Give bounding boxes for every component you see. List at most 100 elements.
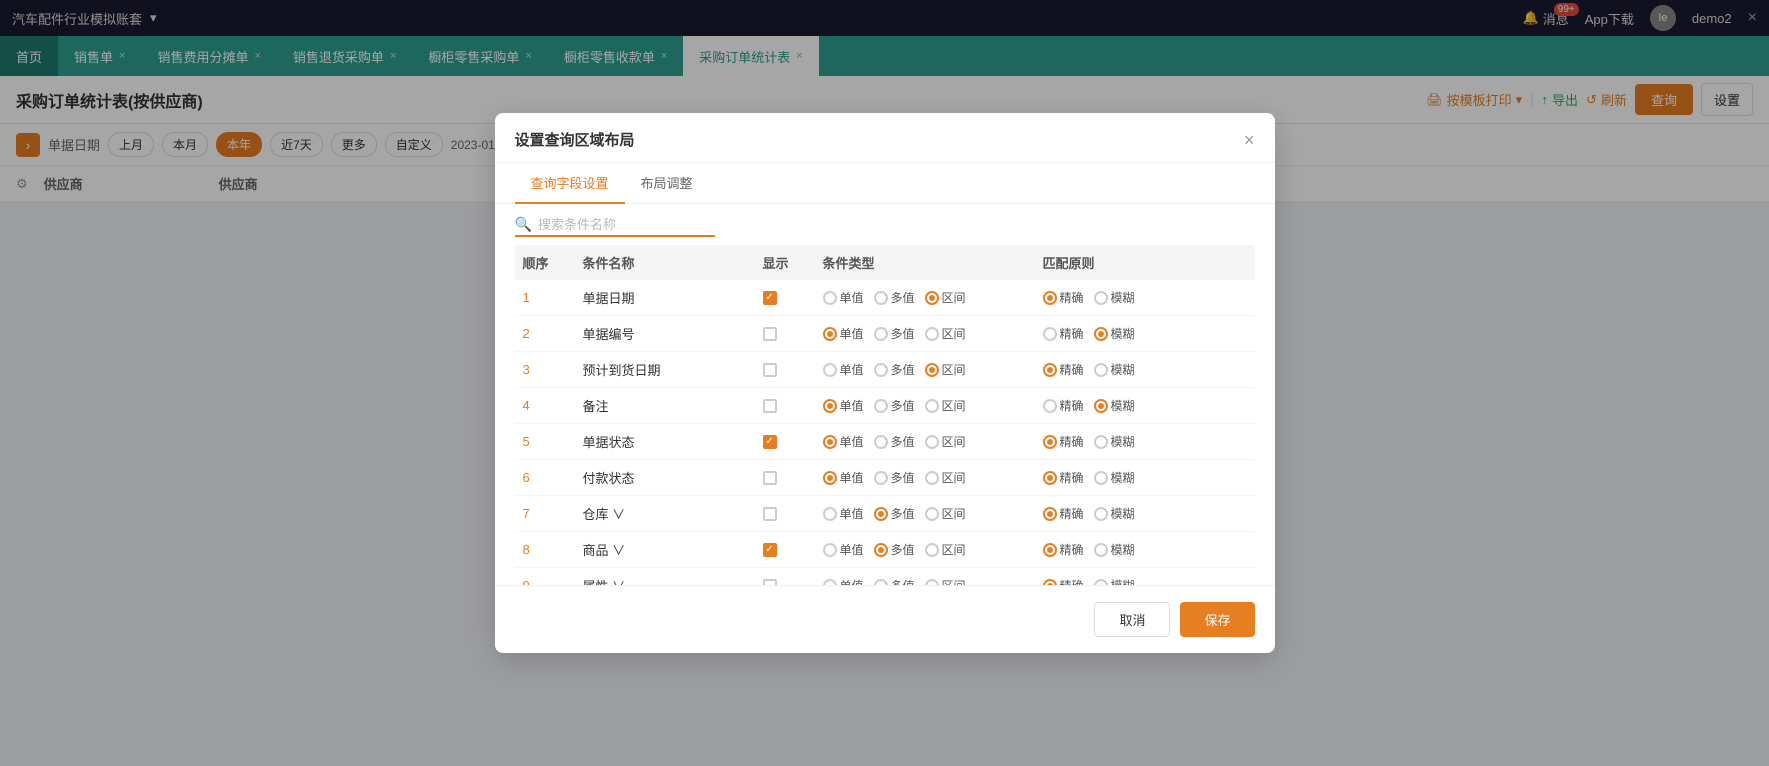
row-2-name: 单据编号 (575, 324, 755, 343)
row-6-match-fuzzy[interactable]: 模糊 (1094, 469, 1135, 486)
dialog-tab-layout[interactable]: 布局调整 (625, 163, 709, 204)
row-7-type-multi[interactable]: 多值 (874, 505, 915, 522)
row-6-type-single[interactable]: 单值 (823, 469, 864, 486)
row-8-type: 单值 多值 区间 (815, 541, 1035, 558)
dialog: 设置查询区域布局 × 查询字段设置 布局调整 🔍 顺序 条件名称 显示 (495, 113, 1275, 653)
search-input-wrap: 🔍 (515, 216, 715, 237)
row-8-show[interactable] (755, 543, 815, 557)
col-show: 显示 (755, 253, 815, 272)
row-5-type-single[interactable]: 单值 (823, 433, 864, 450)
row-7-type: 单值 多值 区间 (815, 505, 1035, 522)
row-2-match-fuzzy[interactable]: 模糊 (1094, 325, 1135, 342)
row-4-match-exact[interactable]: 精确 (1043, 397, 1084, 414)
row-5-type-multi[interactable]: 多值 (874, 433, 915, 450)
row-6-type-multi[interactable]: 多值 (874, 469, 915, 486)
dialog-header: 设置查询区域布局 × (495, 113, 1275, 163)
row-7-name: 仓库 ∨ (575, 504, 755, 523)
row-9-type-range[interactable]: 区间 (925, 577, 966, 585)
row-3-type-range[interactable]: 区间 (925, 361, 966, 378)
row-1-type-multi[interactable]: 多值 (874, 289, 915, 306)
row-6-order: 6 (515, 470, 575, 485)
save-button[interactable]: 保存 (1180, 602, 1254, 637)
row-7-type-range[interactable]: 区间 (925, 505, 966, 522)
col-name: 条件名称 (575, 253, 755, 272)
row-3-show[interactable] (755, 363, 815, 377)
row-7-show[interactable] (755, 507, 815, 521)
row-3-type-single[interactable]: 单值 (823, 361, 864, 378)
row-2-show-checkbox[interactable] (763, 327, 777, 341)
search-input[interactable] (538, 217, 698, 232)
row-9-type-multi[interactable]: 多值 (874, 577, 915, 585)
row-4-type-multi[interactable]: 多值 (874, 397, 915, 414)
row-3-name: 预计到货日期 (575, 360, 755, 379)
row-7-match: 精确 模糊 (1035, 505, 1235, 522)
row-9-match-exact[interactable]: 精确 (1043, 577, 1084, 585)
row-9-type: 单值 多值 区间 (815, 577, 1035, 585)
row-4-show[interactable] (755, 399, 815, 413)
row-6-show[interactable] (755, 471, 815, 485)
row-1-match-fuzzy[interactable]: 模糊 (1094, 289, 1135, 306)
row-1-type-range[interactable]: 区间 (925, 289, 966, 306)
row-5-order: 5 (515, 434, 575, 449)
row-3-type-multi[interactable]: 多值 (874, 361, 915, 378)
row-8-show-checkbox[interactable] (763, 543, 777, 557)
row-7-match-exact[interactable]: 精确 (1043, 505, 1084, 522)
row-5-show[interactable] (755, 435, 815, 449)
dialog-search-area: 🔍 (495, 204, 1275, 245)
row-5-show-checkbox[interactable] (763, 435, 777, 449)
row-8-match-fuzzy[interactable]: 模糊 (1094, 541, 1135, 558)
row-6-type-range[interactable]: 区间 (925, 469, 966, 486)
row-3-match-fuzzy[interactable]: 模糊 (1094, 361, 1135, 378)
row-8-type-multi[interactable]: 多值 (874, 541, 915, 558)
dialog-tab-query[interactable]: 查询字段设置 (515, 163, 625, 204)
table-row: 9 属性 ∨ 单值 多值 区间 精确 模糊 (515, 568, 1255, 585)
row-3-show-checkbox[interactable] (763, 363, 777, 377)
row-1-type-single[interactable]: 单值 (823, 289, 864, 306)
row-2-type-single[interactable]: 单值 (823, 325, 864, 342)
row-1-match-exact[interactable]: 精确 (1043, 289, 1084, 306)
row-4-order: 4 (515, 398, 575, 413)
table-row: 3 预计到货日期 单值 多值 区间 精确 模糊 (515, 352, 1255, 388)
table-row: 7 仓库 ∨ 单值 多值 区间 精确 模糊 (515, 496, 1255, 532)
dialog-table: 顺序 条件名称 显示 条件类型 匹配原则 1 单据日期 单值 多值 区间 (495, 245, 1275, 585)
row-1-show[interactable] (755, 291, 815, 305)
row-5-match-fuzzy[interactable]: 模糊 (1094, 433, 1135, 450)
row-5-match-exact[interactable]: 精确 (1043, 433, 1084, 450)
row-3-match: 精确 模糊 (1035, 361, 1235, 378)
row-1-show-checkbox[interactable] (763, 291, 777, 305)
row-4-show-checkbox[interactable] (763, 399, 777, 413)
row-7-match-fuzzy[interactable]: 模糊 (1094, 505, 1135, 522)
row-3-match-exact[interactable]: 精确 (1043, 361, 1084, 378)
row-8-type-range[interactable]: 区间 (925, 541, 966, 558)
row-6-match-exact[interactable]: 精确 (1043, 469, 1084, 486)
row-2-type-multi[interactable]: 多值 (874, 325, 915, 342)
row-8-name: 商品 ∨ (575, 540, 755, 559)
row-4-match-fuzzy[interactable]: 模糊 (1094, 397, 1135, 414)
row-9-match-fuzzy[interactable]: 模糊 (1094, 577, 1135, 585)
row-5-type-range[interactable]: 区间 (925, 433, 966, 450)
col-type: 条件类型 (815, 253, 1035, 272)
cancel-button[interactable]: 取消 (1094, 602, 1170, 637)
table-row: 8 商品 ∨ 单值 多值 区间 精确 模糊 (515, 532, 1255, 568)
row-4-type-range[interactable]: 区间 (925, 397, 966, 414)
row-1-name: 单据日期 (575, 288, 755, 307)
row-9-type-single[interactable]: 单值 (823, 577, 864, 585)
row-8-match-exact[interactable]: 精确 (1043, 541, 1084, 558)
row-4-type-single[interactable]: 单值 (823, 397, 864, 414)
row-4-type: 单值 多值 区间 (815, 397, 1035, 414)
row-8-type-single[interactable]: 单值 (823, 541, 864, 558)
row-2-order: 2 (515, 326, 575, 341)
row-7-type-single[interactable]: 单值 (823, 505, 864, 522)
row-2-type: 单值 多值 区间 (815, 325, 1035, 342)
row-6-name: 付款状态 (575, 468, 755, 487)
row-6-show-checkbox[interactable] (763, 471, 777, 485)
row-6-match: 精确 模糊 (1035, 469, 1235, 486)
row-7-show-checkbox[interactable] (763, 507, 777, 521)
row-2-type-range[interactable]: 区间 (925, 325, 966, 342)
row-9-match: 精确 模糊 (1035, 577, 1235, 585)
table-row: 2 单据编号 单值 多值 区间 精确 模糊 (515, 316, 1255, 352)
row-2-show[interactable] (755, 327, 815, 341)
dialog-close-button[interactable]: × (1244, 131, 1255, 149)
row-2-match-exact[interactable]: 精确 (1043, 325, 1084, 342)
table-row: 1 单据日期 单值 多值 区间 精确 模糊 (515, 280, 1255, 316)
